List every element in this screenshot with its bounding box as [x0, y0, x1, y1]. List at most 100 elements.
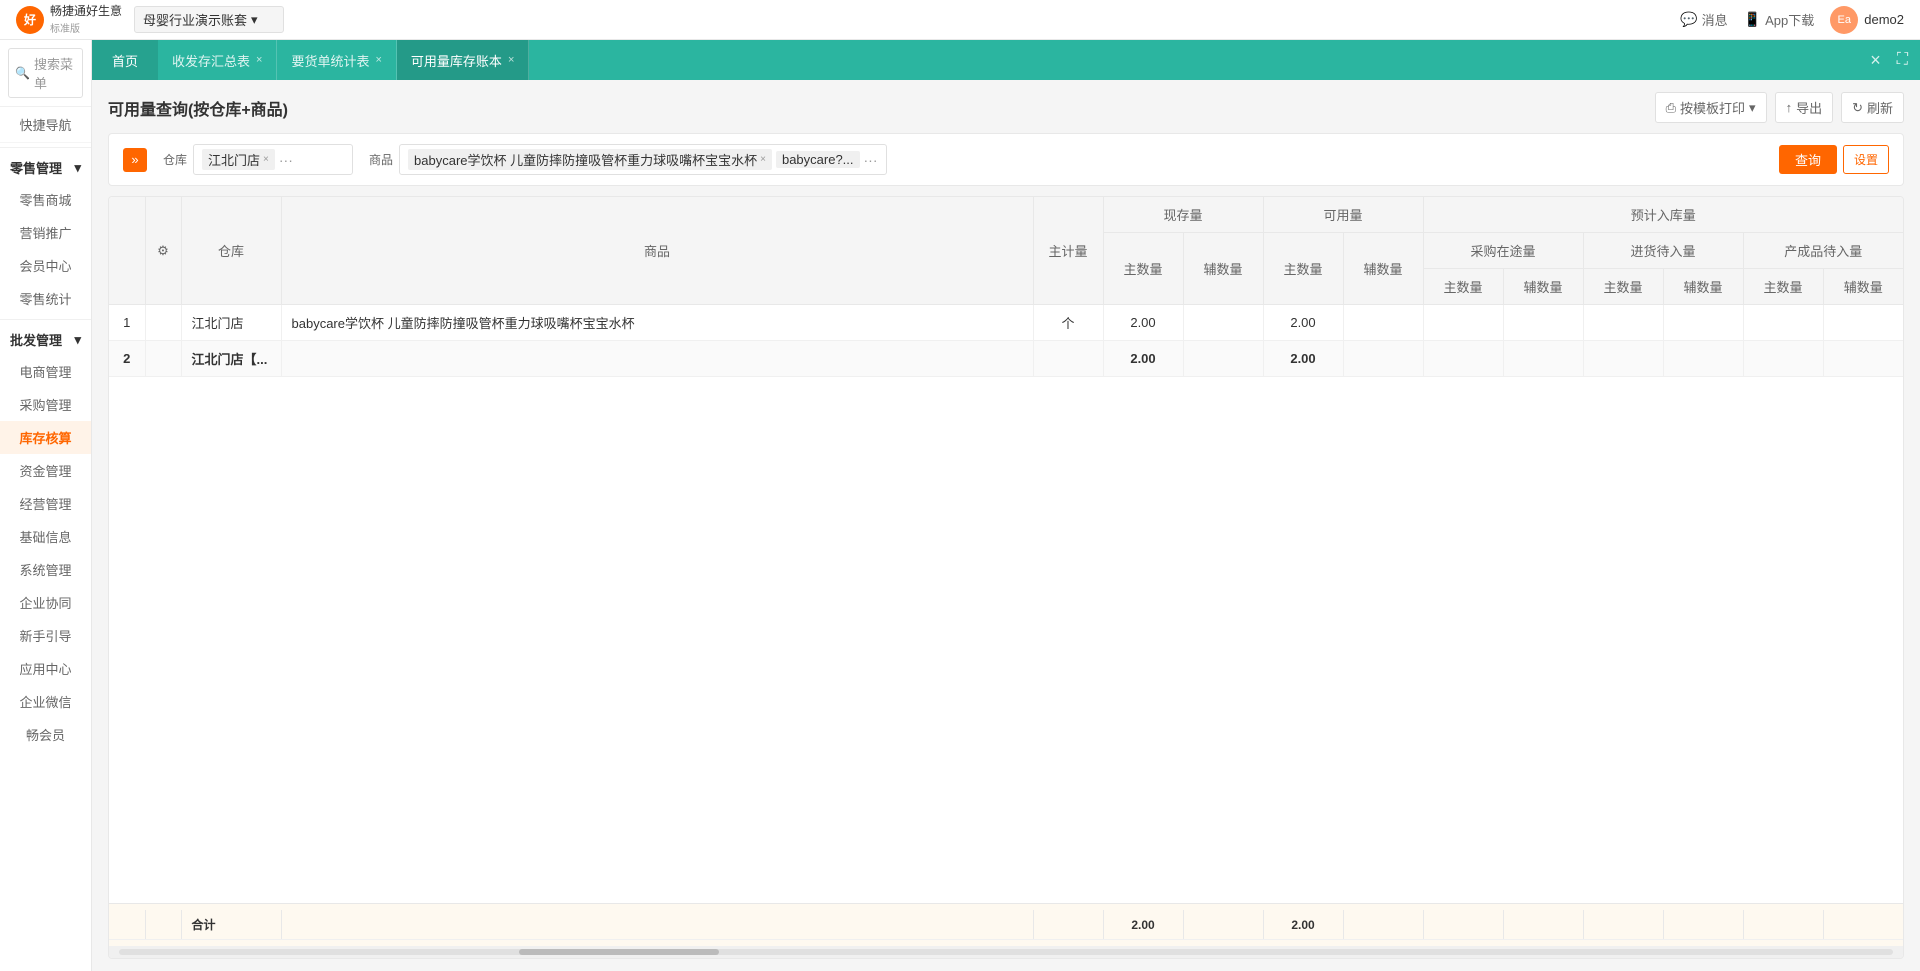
- th-production-aux: 辅数量: [1823, 269, 1903, 305]
- filter-product-tag-1-close[interactable]: ×: [760, 154, 766, 165]
- th-production-main: 主数量: [1743, 269, 1823, 305]
- footer-stock-main: 2.00: [1103, 910, 1183, 940]
- filter-bar: 仓库 江北门店 × ··· 商品 babycare学饮杯 儿童防摔防撞吸管杯重力…: [108, 133, 1904, 186]
- cell-available-main-1: 2.00: [1263, 305, 1343, 341]
- filter-warehouse-input[interactable]: 江北门店 × ···: [193, 144, 353, 175]
- expand-right-icon: [131, 152, 138, 167]
- cell-no-1: 1: [109, 305, 145, 341]
- cell-incoming-aux-2: [1663, 341, 1743, 377]
- sidebar-item-purchase-mgmt[interactable]: 采购管理: [0, 388, 91, 421]
- cell-stock-main-1: 2.00: [1103, 305, 1183, 341]
- filter-product-more-icon[interactable]: ···: [864, 152, 878, 168]
- tab-close-available-inventory[interactable]: [508, 54, 514, 66]
- sidebar-item-batch-mgmt[interactable]: 批发管理: [0, 324, 91, 355]
- th-stock-main: 主数量: [1103, 233, 1183, 305]
- sidebar-item-vip-member[interactable]: 畅会员: [0, 718, 91, 751]
- tab-expand-button[interactable]: ⛶: [1893, 47, 1912, 73]
- sidebar-item-retail-mgmt[interactable]: 零售管理: [0, 152, 91, 183]
- tab-close-receive-send[interactable]: [256, 54, 262, 66]
- horizontal-scrollbar[interactable]: [109, 946, 1903, 958]
- tab-receive-send[interactable]: 收发存汇总表: [158, 40, 277, 80]
- tab-close-order-stats[interactable]: [375, 54, 381, 66]
- sidebar-item-retail-mall[interactable]: 零售商城: [0, 183, 91, 216]
- tab-bar: 首页 收发存汇总表 要货单统计表 可用量库存账本 ⛶: [92, 40, 1920, 80]
- refresh-button[interactable]: ↻ 刷新: [1841, 92, 1904, 123]
- app-action[interactable]: App下载: [1744, 10, 1815, 29]
- sidebar-item-enterprise-coop[interactable]: 企业协同: [0, 586, 91, 619]
- filter-product-input[interactable]: babycare学饮杯 儿童防摔防撞吸管杯重力球吸嘴杯宝宝水杯 × babyca…: [399, 144, 886, 175]
- industry-select[interactable]: 母婴行业演示账套: [134, 6, 284, 33]
- footer-empty-3: [281, 910, 1033, 940]
- scroll-track[interactable]: [119, 949, 1893, 955]
- sidebar-item-marketing[interactable]: 营销推广: [0, 216, 91, 249]
- user-area[interactable]: Ea demo2: [1830, 6, 1904, 34]
- cell-unit-1: 个: [1033, 305, 1103, 341]
- page-content: 可用量查询(按仓库+商品) ⎙ 按模板打印 ↑ 导出 ↻ 刷新: [92, 80, 1920, 971]
- topbar: 好 畅捷通好生意 标准版 母婴行业演示账套 消息 App下载 Ea demo2: [0, 0, 1920, 40]
- filter-product-tag-2: babycare?...: [776, 151, 860, 168]
- page-actions: ⎙ 按模板打印 ↑ 导出 ↻ 刷新: [1655, 92, 1904, 123]
- logo-area: 好 畅捷通好生意 标准版: [16, 4, 122, 35]
- sidebar-item-app-center[interactable]: 应用中心: [0, 652, 91, 685]
- footer-production-main: [1743, 910, 1823, 940]
- print-button[interactable]: ⎙ 按模板打印: [1655, 92, 1767, 123]
- cell-settings-2: [145, 341, 181, 377]
- msg-action[interactable]: 消息: [1680, 10, 1727, 29]
- footer-empty-2: [145, 910, 181, 940]
- sidebar-item-basics[interactable]: 基础信息: [0, 520, 91, 553]
- sidebar-item-operations[interactable]: 经营管理: [0, 487, 91, 520]
- logo-sub: 标准版: [50, 20, 122, 35]
- footer-label: 合计: [181, 910, 281, 940]
- tab-home[interactable]: 首页: [92, 40, 158, 80]
- query-button[interactable]: 查询: [1779, 145, 1837, 174]
- cell-warehouse-2: 江北门店【...: [181, 341, 281, 377]
- page-header: 可用量查询(按仓库+商品) ⎙ 按模板打印 ↑ 导出 ↻ 刷新: [108, 92, 1904, 123]
- cell-no-2: 2: [109, 341, 145, 377]
- table-scroll[interactable]: 仓库 商品 主计量 现存量: [109, 197, 1903, 903]
- tab-close-all-button[interactable]: [1866, 46, 1885, 75]
- sidebar-item-member-center[interactable]: 会员中心: [0, 249, 91, 282]
- sidebar-item-ecommerce[interactable]: 电商管理: [0, 355, 91, 388]
- sidebar-item-retail-stats[interactable]: 零售统计: [0, 282, 91, 315]
- sidebar-item-inventory[interactable]: 库存核算: [0, 421, 91, 454]
- export-icon: ↑: [1786, 100, 1793, 115]
- cell-production-aux-2: [1823, 341, 1903, 377]
- search-menu-label: 搜索菜单: [34, 54, 76, 92]
- filter-warehouse-tag-close[interactable]: ×: [263, 154, 269, 165]
- footer-purchase-transit-aux: [1503, 910, 1583, 940]
- logo-text-area: 畅捷通好生意 标准版: [50, 4, 122, 35]
- cell-available-aux-1: [1343, 305, 1423, 341]
- th-available-group: 可用量: [1263, 197, 1423, 233]
- industry-label: 母婴行业演示账套: [143, 10, 247, 29]
- cell-stock-aux-2: [1183, 341, 1263, 377]
- cell-purchase-transit-main-2: [1423, 341, 1503, 377]
- export-button[interactable]: ↑ 导出: [1775, 92, 1834, 123]
- cell-purchase-transit-main-1: [1423, 305, 1503, 341]
- footer-incoming-main: [1583, 910, 1663, 940]
- refresh-icon: ↻: [1852, 100, 1863, 116]
- sidebar-search: 🔍 搜索菜单: [0, 40, 91, 107]
- sidebar-item-quick-nav[interactable]: 快捷导航: [0, 107, 91, 143]
- filter-warehouse-tag: 江北门店 ×: [202, 149, 275, 170]
- filter-product-tag-1: babycare学饮杯 儿童防摔防撞吸管杯重力球吸嘴杯宝宝水杯 ×: [408, 149, 772, 170]
- th-available-main: 主数量: [1263, 233, 1343, 305]
- setting-button[interactable]: 设置: [1843, 145, 1889, 174]
- app-icon: [1744, 11, 1761, 28]
- expand-button[interactable]: [123, 148, 147, 172]
- sidebar-item-system[interactable]: 系统管理: [0, 553, 91, 586]
- sidebar: 🔍 搜索菜单 快捷导航 零售管理 零售商城 营销推广 会员中心 零售统计 批发管…: [0, 40, 92, 971]
- scroll-thumb[interactable]: [519, 949, 719, 955]
- msg-icon: [1680, 11, 1697, 28]
- sidebar-item-new-guide[interactable]: 新手引导: [0, 619, 91, 652]
- tab-order-stats[interactable]: 要货单统计表: [277, 40, 396, 80]
- search-menu-button[interactable]: 🔍 搜索菜单: [8, 48, 83, 98]
- filter-more-icon[interactable]: ···: [279, 152, 293, 168]
- tab-available-inventory[interactable]: 可用量库存账本: [397, 40, 529, 80]
- page-title: 可用量查询(按仓库+商品): [108, 96, 288, 120]
- sidebar-item-finance[interactable]: 资金管理: [0, 454, 91, 487]
- th-settings[interactable]: [145, 197, 181, 305]
- cell-incoming-main-2: [1583, 341, 1663, 377]
- filter-warehouse-label: 仓库: [163, 151, 187, 168]
- sidebar-item-enterprise-wechat[interactable]: 企业微信: [0, 685, 91, 718]
- cell-purchase-transit-aux-1: [1503, 305, 1583, 341]
